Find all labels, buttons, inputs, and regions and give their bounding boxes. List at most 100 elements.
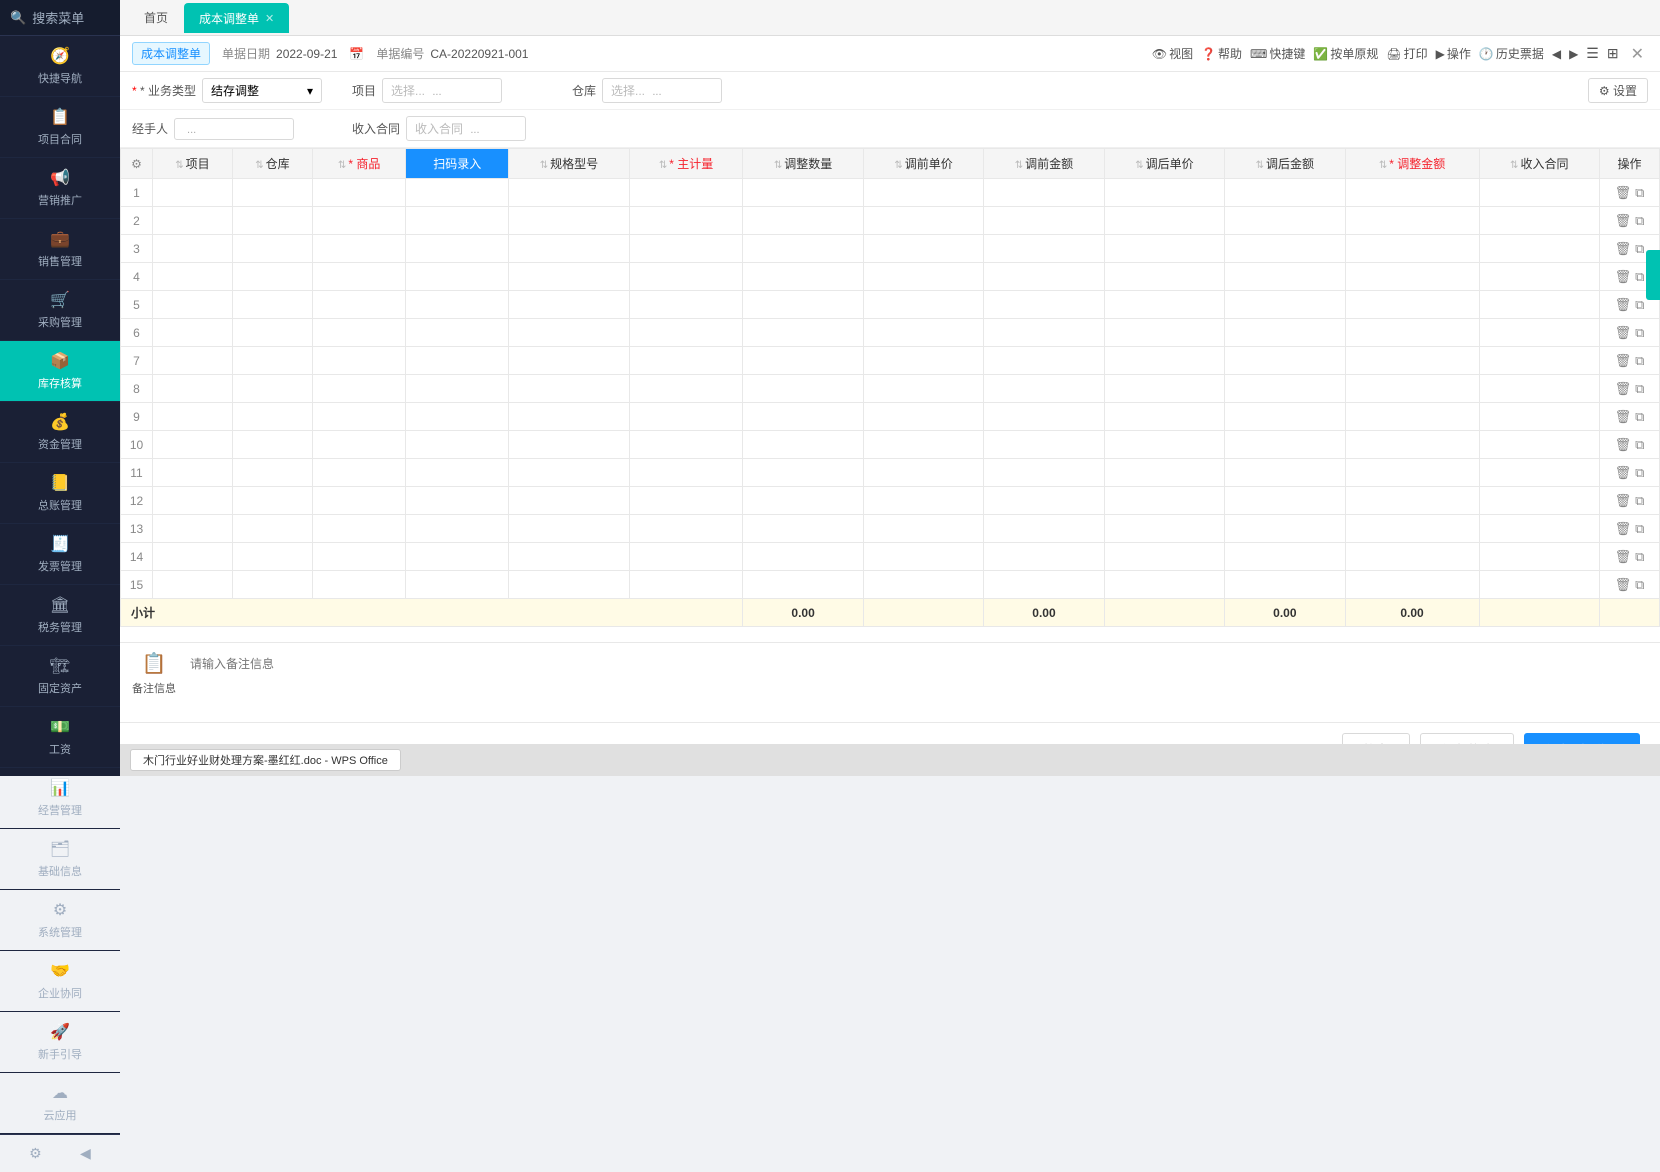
table-cell[interactable] — [1225, 291, 1345, 319]
table-cell[interactable] — [984, 319, 1104, 347]
delete-icon[interactable]: 🗑 — [1615, 241, 1632, 257]
table-cell[interactable] — [743, 459, 863, 487]
sidebar-item-sys-settings[interactable]: ⚙ 系统管理 — [0, 890, 120, 951]
nav-prev-icon[interactable]: ◀ — [1552, 47, 1561, 61]
table-cell[interactable] — [1225, 207, 1345, 235]
notes-icon-area[interactable]: 📋 备注信息 — [132, 651, 176, 696]
table-cell[interactable] — [509, 347, 629, 375]
business-type-select[interactable]: 结存调整 ▾ — [202, 78, 322, 103]
delete-icon[interactable]: 🗑 — [1615, 409, 1632, 425]
delete-icon[interactable]: 🗑 — [1615, 185, 1632, 201]
table-cell[interactable] — [406, 347, 509, 375]
table-cell[interactable] — [153, 263, 233, 291]
copy-icon[interactable]: ⧉ — [1635, 213, 1644, 229]
table-cell[interactable] — [984, 403, 1104, 431]
table-cell[interactable] — [743, 179, 863, 207]
table-cell[interactable] — [153, 207, 233, 235]
table-cell[interactable] — [406, 543, 509, 571]
sidebar-item-inventory-calc[interactable]: 📦 库存核算 — [0, 341, 120, 402]
table-cell[interactable] — [984, 431, 1104, 459]
table-cell[interactable] — [406, 571, 509, 599]
sidebar-settings-icon[interactable]: ⚙ — [29, 1145, 42, 1162]
sidebar-item-payroll[interactable]: 💵 工资 — [0, 707, 120, 768]
table-cell[interactable] — [629, 207, 743, 235]
table-cell[interactable] — [984, 263, 1104, 291]
table-cell[interactable] — [509, 179, 629, 207]
table-cell[interactable] — [509, 431, 629, 459]
table-cell[interactable] — [312, 347, 405, 375]
table-cell[interactable] — [153, 403, 233, 431]
action-view[interactable]: 👁 视图 — [1152, 45, 1193, 62]
table-cell[interactable] — [863, 207, 983, 235]
table-cell[interactable] — [743, 543, 863, 571]
table-cell[interactable] — [863, 291, 983, 319]
table-cell[interactable] — [509, 403, 629, 431]
table-cell[interactable] — [743, 207, 863, 235]
table-cell[interactable] — [1345, 291, 1479, 319]
table-cell[interactable] — [1225, 459, 1345, 487]
sidebar-search[interactable]: 🔍 搜索菜单 — [0, 0, 120, 36]
sidebar-item-base-info[interactable]: 🗂 基础信息 — [0, 829, 120, 890]
table-cell[interactable] — [509, 487, 629, 515]
table-cell[interactable] — [232, 319, 312, 347]
table-cell[interactable] — [1104, 571, 1224, 599]
table-cell[interactable] — [232, 375, 312, 403]
delete-icon[interactable]: 🗑 — [1615, 465, 1632, 481]
table-cell[interactable] — [312, 487, 405, 515]
table-cell[interactable] — [1104, 319, 1224, 347]
table-cell[interactable] — [629, 263, 743, 291]
table-cell[interactable] — [629, 571, 743, 599]
table-cell[interactable] — [312, 319, 405, 347]
table-cell[interactable] — [629, 291, 743, 319]
copy-icon[interactable]: ⧉ — [1635, 409, 1644, 425]
table-cell[interactable] — [629, 319, 743, 347]
table-cell[interactable] — [232, 207, 312, 235]
table-cell[interactable] — [312, 431, 405, 459]
table-cell[interactable] — [1345, 571, 1479, 599]
table-cell[interactable] — [629, 403, 743, 431]
delete-icon[interactable]: 🗑 — [1615, 353, 1632, 369]
table-cell[interactable] — [1225, 347, 1345, 375]
action-help[interactable]: ❓ 帮助 — [1201, 45, 1242, 62]
calendar-icon[interactable]: 📅 — [349, 47, 364, 61]
table-cell[interactable] — [1104, 235, 1224, 263]
sidebar-item-ledger-mgmt[interactable]: 📒 总账管理 — [0, 463, 120, 524]
table-cell[interactable] — [984, 543, 1104, 571]
delete-icon[interactable]: 🗑 — [1615, 325, 1632, 341]
sidebar-item-quick-nav[interactable]: 🧭 快捷导航 — [0, 36, 120, 97]
table-cell[interactable] — [1345, 459, 1479, 487]
table-cell[interactable] — [629, 543, 743, 571]
table-cell[interactable] — [1345, 207, 1479, 235]
table-cell[interactable] — [984, 207, 1104, 235]
table-cell[interactable] — [232, 179, 312, 207]
sidebar-item-sales-mgmt[interactable]: 💼 销售管理 — [0, 219, 120, 280]
table-cell[interactable] — [863, 571, 983, 599]
table-cell[interactable] — [984, 235, 1104, 263]
table-cell[interactable] — [1225, 375, 1345, 403]
tab-cost-adjust[interactable]: 成本调整单 ✕ — [184, 3, 289, 33]
table-cell[interactable] — [743, 403, 863, 431]
table-cell[interactable] — [153, 375, 233, 403]
tab-home[interactable]: 首页 — [130, 3, 182, 32]
table-cell[interactable] — [153, 347, 233, 375]
table-cell[interactable] — [1345, 347, 1479, 375]
table-cell[interactable] — [1104, 431, 1224, 459]
table-cell[interactable] — [1345, 515, 1479, 543]
table-cell[interactable] — [1225, 515, 1345, 543]
project-input[interactable]: 选择... ... — [382, 78, 502, 103]
table-cell[interactable] — [984, 487, 1104, 515]
copy-icon[interactable]: ⧉ — [1635, 381, 1644, 397]
table-cell[interactable] — [863, 487, 983, 515]
sidebar-item-purchase-mgmt[interactable]: 🛒 采购管理 — [0, 280, 120, 341]
sidebar-item-fixed-assets[interactable]: 🏗 固定资产 — [0, 646, 120, 707]
doc-close-button[interactable]: ✕ — [1627, 44, 1648, 64]
table-cell[interactable] — [743, 375, 863, 403]
table-cell[interactable] — [312, 179, 405, 207]
table-cell[interactable] — [406, 403, 509, 431]
table-cell[interactable] — [232, 291, 312, 319]
copy-icon[interactable]: ⧉ — [1635, 493, 1644, 509]
sidebar-item-invoice-mgmt[interactable]: 🧾 发票管理 — [0, 524, 120, 585]
table-cell[interactable] — [629, 235, 743, 263]
table-cell[interactable] — [1225, 487, 1345, 515]
table-cell[interactable] — [1225, 571, 1345, 599]
